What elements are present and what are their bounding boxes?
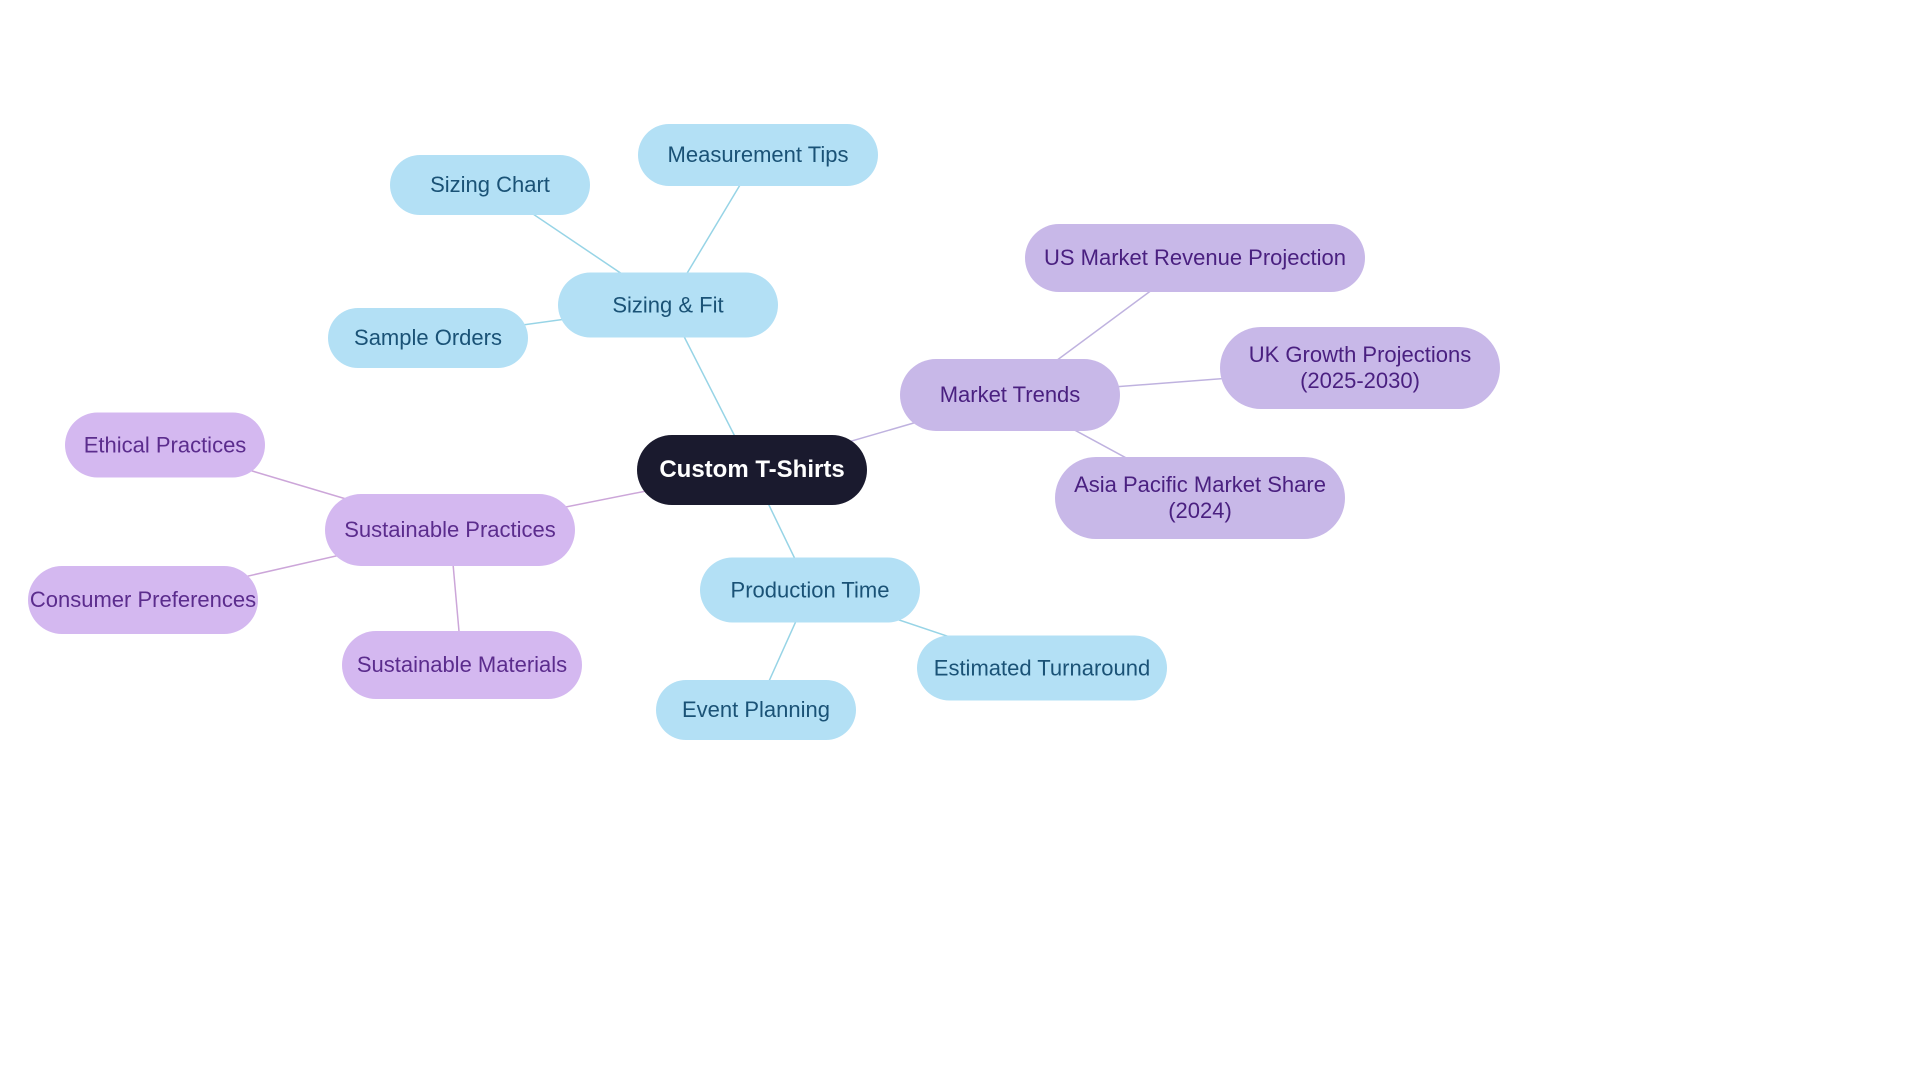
asia-pacific-node[interactable]: Asia Pacific Market Share (2024): [1055, 457, 1345, 539]
connections-svg: [0, 0, 1920, 1083]
sizing-fit-node[interactable]: Sizing & Fit: [558, 273, 778, 338]
sustainable-practices-node[interactable]: Sustainable Practices: [325, 494, 575, 566]
mindmap-container: Custom T-Shirts Sizing & Fit Sizing Char…: [0, 0, 1920, 1083]
sustainable-materials-node[interactable]: Sustainable Materials: [342, 631, 582, 699]
ethical-practices-node[interactable]: Ethical Practices: [65, 413, 265, 478]
sizing-chart-node[interactable]: Sizing Chart: [390, 155, 590, 215]
measurement-tips-node[interactable]: Measurement Tips: [638, 124, 878, 186]
uk-growth-node[interactable]: UK Growth Projections (2025-2030): [1220, 327, 1500, 409]
production-time-node[interactable]: Production Time: [700, 558, 920, 623]
market-trends-node[interactable]: Market Trends: [900, 359, 1120, 431]
estimated-turnaround-node[interactable]: Estimated Turnaround: [917, 636, 1167, 701]
consumer-preferences-node[interactable]: Consumer Preferences: [28, 566, 258, 634]
us-market-node[interactable]: US Market Revenue Projection: [1025, 224, 1365, 292]
center-node[interactable]: Custom T-Shirts: [637, 435, 867, 505]
sample-orders-node[interactable]: Sample Orders: [328, 308, 528, 368]
event-planning-node[interactable]: Event Planning: [656, 680, 856, 740]
